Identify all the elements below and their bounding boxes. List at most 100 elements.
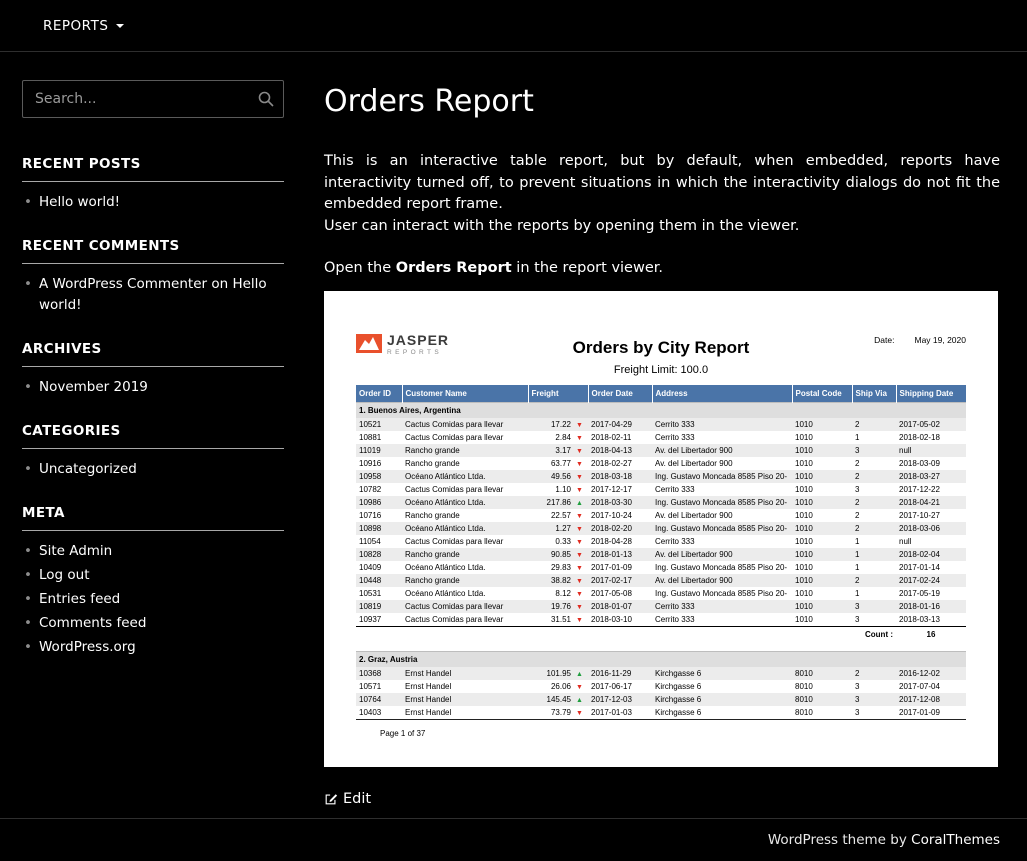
table-cell: 1 — [852, 431, 896, 444]
sidebar-link[interactable]: Uncategorized — [39, 461, 137, 477]
search-submit-button[interactable] — [257, 90, 275, 108]
table-cell: 2018-03-09 — [896, 457, 966, 470]
table-cell: 1010 — [792, 600, 852, 613]
table-cell: 2 — [852, 496, 896, 509]
edit-post-link[interactable]: Edit — [324, 791, 371, 807]
jasper-logo-text: JASPER REPORTS — [387, 333, 449, 356]
sidebar-link[interactable]: A WordPress Commenter — [39, 276, 207, 292]
table-cell: Rancho grande — [402, 574, 528, 587]
table-row: 10448 Rancho grande 38.82 ▼ 2017-02-17 Av. de… — [356, 574, 966, 587]
main-content: Orders Report This is an interactive tab… — [324, 80, 1000, 810]
table-cell: 3 — [852, 705, 896, 719]
freight-value: 17.22 — [550, 420, 571, 429]
sidebar-link[interactable]: Comments feed — [39, 615, 146, 631]
freight-value: 22.57 — [550, 511, 571, 520]
table-cell: Kirchgasse 6 — [652, 679, 792, 693]
sidebar-heading-archives: ARCHIVES — [22, 341, 284, 367]
table-cell: 10403 — [356, 705, 402, 719]
table-row: 10916 Rancho grande 63.77 ▼ 2018-02-27 Av. de… — [356, 457, 966, 470]
trend-up-icon: ▲ — [576, 670, 583, 678]
table-cell: Océano Atlántico Ltda. — [402, 587, 528, 600]
chevron-down-icon — [116, 23, 125, 28]
table-cell: 10986 — [356, 496, 402, 509]
table-cell: 1010 — [792, 509, 852, 522]
freight-value: 2.84 — [555, 433, 571, 442]
trend-up-icon: ▲ — [576, 500, 583, 507]
report-date: Date: May 19, 2020 — [874, 335, 966, 345]
trend-down-icon: ▼ — [576, 578, 583, 585]
table-cell: 8010 — [792, 679, 852, 693]
table-cell: 1010 — [792, 470, 852, 483]
freight-value: 19.76 — [550, 602, 571, 611]
sidebar-link[interactable]: Hello world! — [39, 194, 120, 210]
table-row: 10764 Ernst Handel 145.45 ▲ 2017-12-03 Kirchg… — [356, 692, 966, 706]
list-item: Uncategorized — [22, 459, 284, 480]
search-box — [22, 80, 284, 118]
trend-up-icon: ▲ — [576, 696, 583, 704]
table-cell: 1010 — [792, 444, 852, 457]
table-cell: 2017-05-02 — [896, 418, 966, 431]
table-cell: 3 — [852, 679, 896, 693]
table-cell: 2017-05-19 — [896, 587, 966, 600]
table-cell: 10368 — [356, 666, 402, 680]
table-cell: 2018-03-10 — [588, 613, 652, 627]
sidebar: RECENT POSTS Hello world! RECENT COMMENTS A… — [22, 80, 284, 810]
table-cell: 2017-01-09 — [588, 561, 652, 574]
table-cell: Kirchgasse 6 — [652, 666, 792, 680]
sidebar-link[interactable]: WordPress.org — [39, 639, 136, 655]
table-cell: Cactus Comidas para llevar — [402, 483, 528, 496]
freight-value: 217.86 — [546, 498, 571, 507]
reports-menu-toggle[interactable]: REPORTS — [43, 18, 125, 34]
table-cell: Cerrito 333 — [652, 431, 792, 444]
table-cell: Ernst Handel — [402, 679, 528, 693]
table-cell: 2 — [852, 522, 896, 535]
freight-value: 101.95 — [546, 668, 571, 678]
table-cell: 10937 — [356, 613, 402, 627]
table-cell: 2017-02-24 — [896, 574, 966, 587]
freight-value: 3.17 — [555, 446, 571, 455]
table-cell: 1010 — [792, 418, 852, 431]
sidebar-list-recent-posts: Hello world! — [22, 192, 284, 213]
table-cell: 8010 — [792, 692, 852, 706]
trend-down-icon: ▼ — [576, 513, 583, 520]
table-cell: 2018-03-06 — [896, 522, 966, 535]
table-cell: 10448 — [356, 574, 402, 587]
table-cell: 2018-01-07 — [588, 600, 652, 613]
table-cell: 2 — [852, 457, 896, 470]
column-header: Freight — [528, 385, 589, 403]
intro-paragraph-1: This is an interactive table report, but… — [324, 153, 1000, 212]
table-cell: 1 — [852, 587, 896, 600]
table-cell: Ing. Gustavo Moncada 8585 Piso 20- — [652, 496, 792, 509]
orders-report-link[interactable]: Orders Report — [396, 260, 512, 276]
table-row: 10898 Océano Atlántico Ltda. 1.27 ▼ 2018-02-… — [356, 522, 966, 535]
table-cell: 2017-01-03 — [588, 705, 652, 719]
trend-down-icon: ▼ — [576, 448, 583, 455]
table-cell: 11019 — [356, 444, 402, 457]
table-cell: 1 — [852, 548, 896, 561]
table-row: 10403 Ernst Handel 73.79 ▼ 2017-01-03 Kirchga… — [356, 705, 966, 719]
search-input[interactable] — [35, 91, 257, 107]
table-cell: 2018-02-20 — [588, 522, 652, 535]
freight-value: 0.33 — [555, 537, 571, 546]
column-header: Address — [652, 385, 793, 403]
trend-down-icon: ▼ — [576, 487, 583, 494]
column-header: Order Date — [588, 385, 653, 403]
table-cell: Océano Atlántico Ltda. — [402, 522, 528, 535]
intro-paragraph-2: User can interact with the reports by op… — [324, 217, 800, 234]
sidebar-link[interactable]: Site Admin — [39, 543, 112, 559]
table-cell: 2017-10-27 — [896, 509, 966, 522]
table-cell: Rancho grande — [402, 509, 528, 522]
table-header-row: Order ID Customer Name Freight Order Date Ad… — [356, 385, 966, 403]
trend-down-icon: ▼ — [576, 552, 583, 559]
theme-author-link[interactable]: CoralThemes — [911, 832, 1000, 848]
table-cell: 10764 — [356, 692, 402, 706]
list-item: Site Admin — [22, 541, 284, 562]
table-cell: 2017-06-17 — [588, 679, 652, 693]
sidebar-link[interactable]: Entries feed — [39, 591, 120, 607]
table-cell: 2018-02-11 — [588, 431, 652, 444]
sidebar-link[interactable]: Log out — [39, 567, 90, 583]
table-cell: 2018-03-30 — [588, 496, 652, 509]
sidebar-link[interactable]: November 2019 — [39, 379, 148, 395]
freight-cell: 19.76 ▼ — [528, 600, 588, 613]
table-cell: 1010 — [792, 483, 852, 496]
